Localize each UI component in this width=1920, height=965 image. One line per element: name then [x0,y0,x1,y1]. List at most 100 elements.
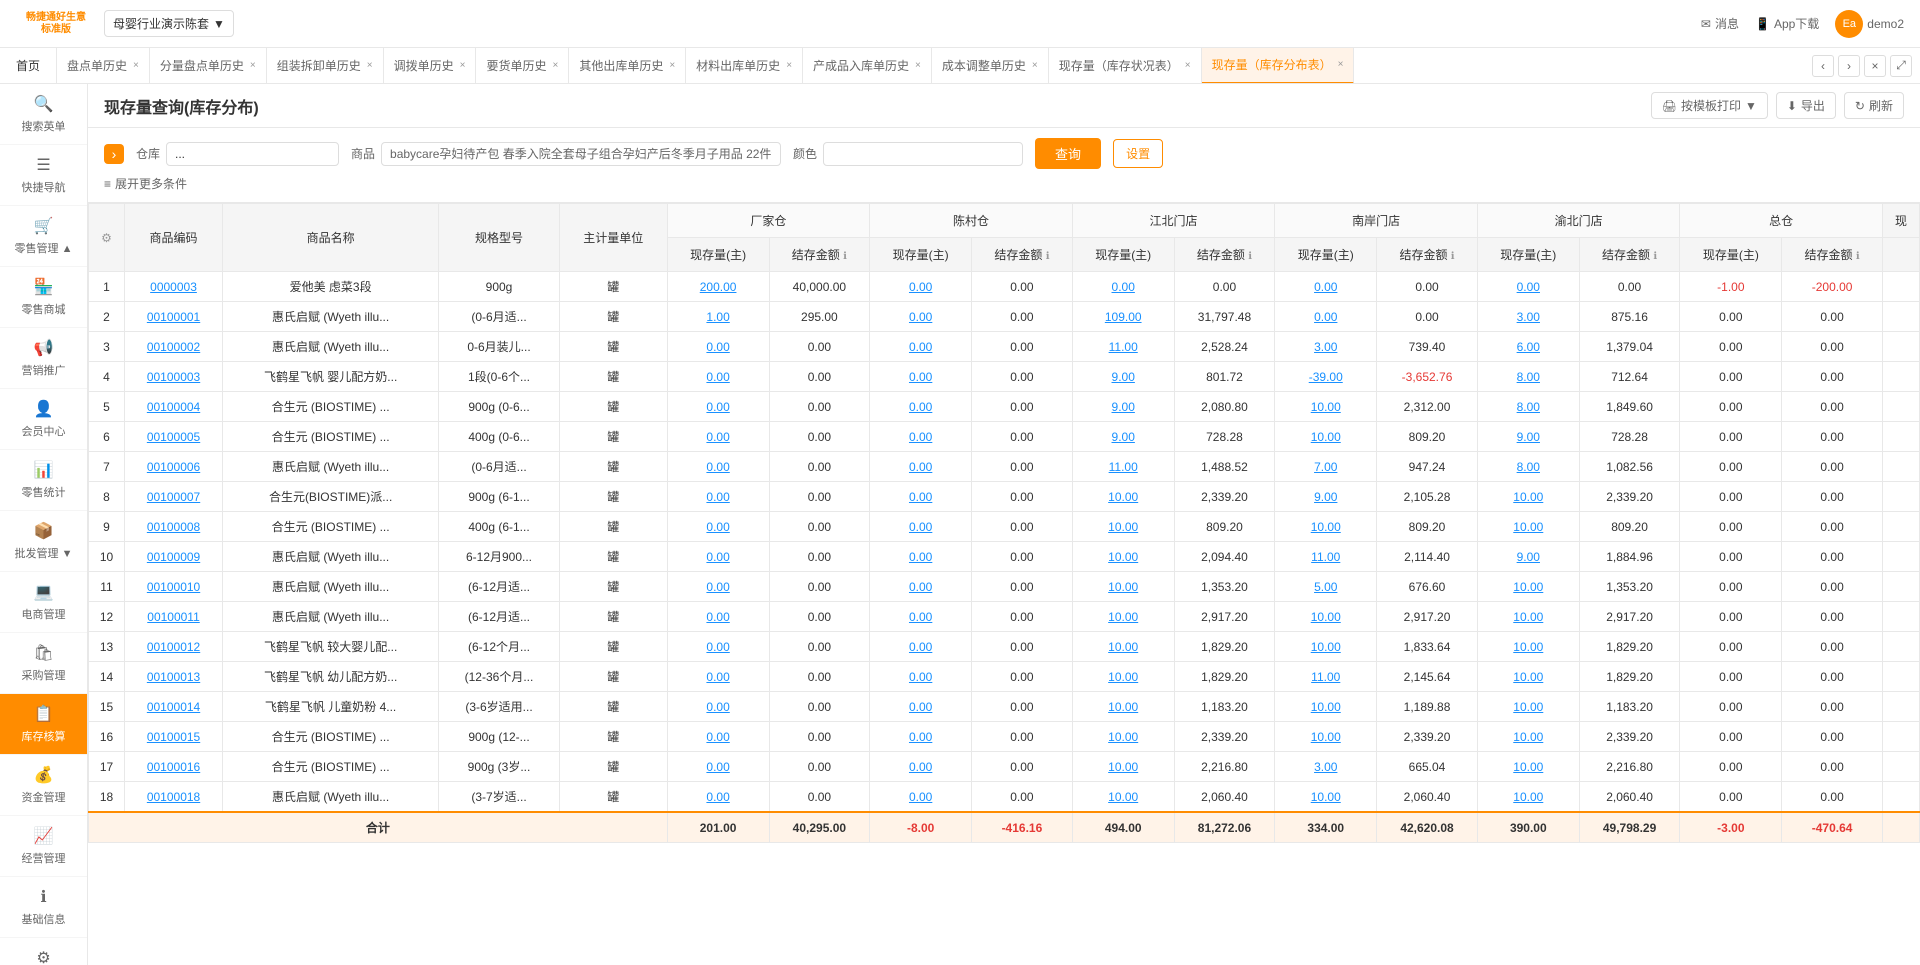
refresh-button[interactable]: ↻ 刷新 [1844,92,1904,119]
table-cell[interactable]: 0.00 [870,662,972,692]
table-cell[interactable]: 6.00 [1477,332,1579,362]
table-cell[interactable]: 10.00 [1072,542,1174,572]
table-cell[interactable]: 10.00 [1275,392,1377,422]
info-icon-fc[interactable]: ℹ [843,251,847,262]
table-cell[interactable]: 0.00 [667,452,769,482]
table-cell[interactable]: 10.00 [1477,692,1579,722]
sidebar-item-ecommerce[interactable]: 💻 电商管理 [0,572,87,633]
table-cell[interactable]: 10.00 [1072,512,1174,542]
table-cell[interactable]: 11.00 [1275,542,1377,572]
nav-tab-6[interactable]: 材料出库单历史 × [686,48,803,84]
tab-close-9[interactable]: × [1185,60,1191,71]
table-cell[interactable]: 10.00 [1072,662,1174,692]
table-cell[interactable]: 0.00 [870,752,972,782]
tab-close-3[interactable]: × [460,60,466,71]
table-cell[interactable]: 00100010 [125,572,223,602]
table-cell[interactable]: 0.00 [870,362,972,392]
table-cell[interactable]: 10.00 [1477,722,1579,752]
nav-tab-0[interactable]: 盘点单历史 × [57,48,150,84]
table-cell[interactable]: 0.00 [870,632,972,662]
table-cell[interactable]: 10.00 [1477,662,1579,692]
sidebar-item-quicknav[interactable]: ☰ 快捷导航 [0,145,87,206]
table-cell[interactable]: 10.00 [1477,512,1579,542]
table-cell[interactable]: 10.00 [1477,782,1579,813]
table-cell[interactable]: 10.00 [1072,602,1174,632]
table-cell[interactable]: 10.00 [1275,632,1377,662]
table-cell[interactable]: 0.00 [667,542,769,572]
goods-input[interactable] [381,142,781,166]
table-cell[interactable]: 00100016 [125,752,223,782]
user-action[interactable]: Ea demo2 [1835,10,1904,38]
nav-tab-4[interactable]: 要货单历史 × [476,48,569,84]
sidebar-item-purchase[interactable]: 🛍 采购管理 [0,633,87,694]
table-cell[interactable]: 00100005 [125,422,223,452]
table-cell[interactable]: 0.00 [667,632,769,662]
table-cell[interactable]: 10.00 [1477,482,1579,512]
info-icon-na[interactable]: ℹ [1451,251,1455,262]
table-cell[interactable]: 0.00 [870,452,972,482]
table-cell[interactable]: 11.00 [1072,452,1174,482]
nav-tab-5[interactable]: 其他出库单历史 × [569,48,686,84]
table-cell[interactable]: 0.00 [1275,272,1377,302]
table-cell[interactable]: 0.00 [870,722,972,752]
table-cell[interactable]: 0.00 [870,572,972,602]
info-icon-cv[interactable]: ℹ [1046,251,1050,262]
app-download-action[interactable]: 📱 App下载 [1755,15,1819,32]
tab-close-6[interactable]: × [786,60,792,71]
sidebar-item-wholesale[interactable]: 📦 批发管理 ▼ [0,511,87,572]
table-cell[interactable]: 3.00 [1477,302,1579,332]
table-cell[interactable]: 9.00 [1072,422,1174,452]
filter-expand-row[interactable]: ≡ 展开更多条件 [104,175,1904,192]
table-cell[interactable]: 11.00 [1275,662,1377,692]
table-cell[interactable]: 00100009 [125,542,223,572]
nav-tab-2[interactable]: 组装拆卸单历史 × [267,48,384,84]
table-cell[interactable]: 10.00 [1072,782,1174,813]
table-cell[interactable]: 0.00 [667,722,769,752]
industry-selector[interactable]: 母婴行业演示陈套 ▼ [104,10,234,37]
table-cell[interactable]: 0.00 [667,482,769,512]
table-cell[interactable]: 00100002 [125,332,223,362]
sidebar-item-operations[interactable]: 📈 经营管理 [0,816,87,877]
sidebar-item-marketing[interactable]: 📢 营销推广 [0,328,87,389]
tab-close-7[interactable]: × [915,60,921,71]
table-cell[interactable]: 0.00 [667,422,769,452]
table-cell[interactable]: 10.00 [1477,572,1579,602]
table-cell[interactable]: 10.00 [1275,722,1377,752]
table-cell[interactable]: 0.00 [667,572,769,602]
table-cell[interactable]: 10.00 [1477,632,1579,662]
table-cell[interactable]: 10.00 [1477,602,1579,632]
tab-close-0[interactable]: × [133,60,139,71]
table-cell[interactable]: 10.00 [1072,482,1174,512]
table-cell[interactable]: 0.00 [1275,302,1377,332]
print-button[interactable]: 🖨 按模板打印 ▼ [1651,92,1768,119]
nav-tab-3[interactable]: 调拨单历史 × [384,48,477,84]
nav-prev-btn[interactable]: ‹ [1812,55,1834,77]
table-cell[interactable]: 9.00 [1477,542,1579,572]
table-cell[interactable]: 10.00 [1275,422,1377,452]
table-cell[interactable]: 10.00 [1477,752,1579,782]
table-cell[interactable]: 00100001 [125,302,223,332]
table-cell[interactable]: 0.00 [870,482,972,512]
sidebar-item-system[interactable]: ⚙ 系统管理 [0,938,87,965]
info-icon-yb[interactable]: ℹ [1653,251,1657,262]
table-cell[interactable]: 109.00 [1072,302,1174,332]
warehouse-input[interactable] [166,142,339,166]
table-cell[interactable]: 10.00 [1072,632,1174,662]
table-cell[interactable]: 10.00 [1072,572,1174,602]
table-cell[interactable]: 10.00 [1275,512,1377,542]
nav-next-btn[interactable]: › [1838,55,1860,77]
table-cell[interactable]: 11.00 [1072,332,1174,362]
sidebar-item-retail-mgmt[interactable]: 🛒 零售管理 ▲ [0,206,87,267]
nav-expand-btn[interactable]: ⤢ [1890,55,1912,77]
table-cell[interactable]: 0.00 [870,602,972,632]
table-cell[interactable]: 10.00 [1275,692,1377,722]
table-cell[interactable]: 10.00 [1275,602,1377,632]
table-cell[interactable]: 0.00 [870,302,972,332]
sidebar-item-mall[interactable]: 🏪 零售商城 [0,267,87,328]
export-button[interactable]: ⬇ 导出 [1776,92,1836,119]
table-cell[interactable]: -39.00 [1275,362,1377,392]
table-cell[interactable]: 7.00 [1275,452,1377,482]
table-cell[interactable]: 00100013 [125,662,223,692]
nav-tab-1[interactable]: 分量盘点单历史 × [150,48,267,84]
table-cell[interactable]: 9.00 [1477,422,1579,452]
